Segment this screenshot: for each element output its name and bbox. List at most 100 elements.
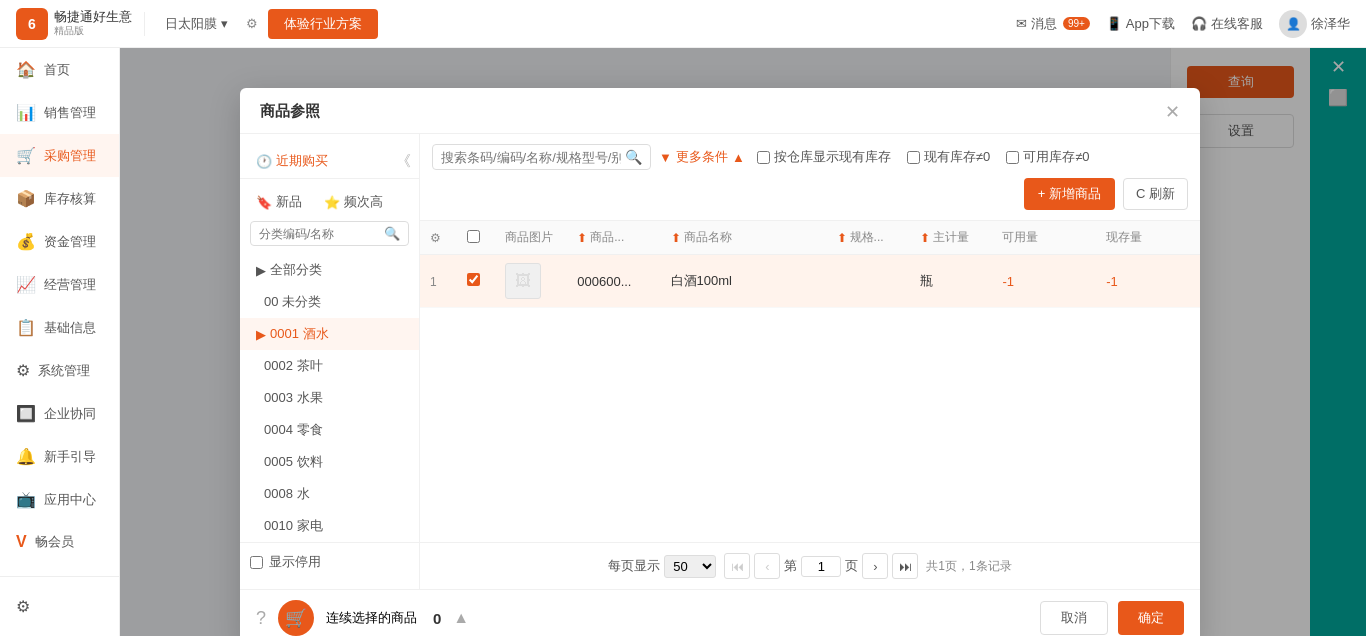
modal-header: 商品参照 ✕ <box>240 88 1200 134</box>
sidebar-item-sales[interactable]: 📊 销售管理 <box>0 91 119 134</box>
row-checkbox-cell[interactable] <box>457 255 494 308</box>
th-name[interactable]: ⬆ 商品名称 <box>661 221 827 255</box>
th-code[interactable]: ⬆ 商品... <box>567 221 660 255</box>
tab-new-product[interactable]: 🔖 新品 <box>248 189 310 215</box>
next-page-button[interactable]: › <box>862 553 888 579</box>
sidebar-item-home[interactable]: 🏠 首页 <box>0 48 119 91</box>
sidebar-item-guide[interactable]: 🔔 新手引导 <box>0 435 119 478</box>
cat-item-appliance[interactable]: 0010 家电 <box>240 510 419 542</box>
modal-body: 🕐 近期购买 《 🔖 新品 ⭐ 频次 <box>240 134 1200 589</box>
cat-item-all[interactable]: ▶ 全部分类 <box>240 254 419 286</box>
first-page-button[interactable]: ⏮ <box>724 553 750 579</box>
tab-frequent[interactable]: ⭐ 频次高 <box>316 189 391 215</box>
sidebar-item-enterprise[interactable]: 🔲 企业协同 <box>0 392 119 435</box>
cat-item-appliance-label: 0010 家电 <box>264 517 323 535</box>
new-product-button[interactable]: + 新增商品 <box>1024 178 1115 210</box>
per-page-select[interactable]: 10 20 50 100 <box>664 555 716 578</box>
chevron-down-icon: ▾ <box>221 16 228 31</box>
row-name-cell: 白酒100ml <box>661 255 827 308</box>
th-spec-label: 规格... <box>850 229 884 246</box>
settings-icon: ⚙ <box>16 597 30 616</box>
cat-item-liquor-label: 0001 酒水 <box>270 325 329 343</box>
refresh-button[interactable]: C 刷新 <box>1123 178 1188 210</box>
cancel-button[interactable]: 取消 <box>1040 601 1108 635</box>
th-checkbox[interactable] <box>457 221 494 255</box>
cat-item-snack[interactable]: 0004 零食 <box>240 414 419 446</box>
existing-stock-checkbox[interactable] <box>907 151 920 164</box>
sidebar-item-finance[interactable]: 💰 资金管理 <box>0 220 119 263</box>
th-settings[interactable]: ⚙ <box>420 221 457 255</box>
by-warehouse-check[interactable]: 按仓库显示现有库存 <box>757 148 891 166</box>
more-filter-button[interactable]: ▼ 更多条件 ▲ <box>659 148 745 166</box>
main-layout: 🏠 首页 📊 销售管理 🛒 采购管理 📦 库存核算 💰 资金管理 📈 经营管理 … <box>0 48 1366 636</box>
cat-item-water-label: 0008 水 <box>264 485 310 503</box>
sidebar-item-basic-info[interactable]: 📋 基础信息 <box>0 306 119 349</box>
sort-icon-spec: ⬆ <box>837 231 847 245</box>
sidebar-item-purchase[interactable]: 🛒 采购管理 <box>0 134 119 177</box>
products-toolbar: 🔍 ▼ 更多条件 ▲ 按仓库显示现有库存 <box>420 134 1200 221</box>
last-page-button[interactable]: ⏭ <box>892 553 918 579</box>
sidebar-item-apps[interactable]: 📺 应用中心 <box>0 478 119 521</box>
sidebar-label-system: 系统管理 <box>38 362 90 380</box>
gear-icon: ⚙ <box>246 16 258 31</box>
search-icon[interactable]: 🔍 <box>384 226 400 241</box>
sidebar-item-settings[interactable]: ⚙ <box>0 585 119 628</box>
sort-icon-name: ⬆ <box>671 231 681 245</box>
product-search-input[interactable] <box>441 150 621 165</box>
cart-icon: 🛒 <box>285 607 307 629</box>
cat-item-liquor[interactable]: ▶ 0001 酒水 <box>240 318 419 350</box>
show-disabled-checkbox[interactable] <box>250 556 263 569</box>
th-unit[interactable]: ⬆ 主计量 <box>910 221 993 255</box>
confirm-button[interactable]: 确定 <box>1118 601 1184 635</box>
cat-item-water[interactable]: 0008 水 <box>240 478 419 510</box>
cart-button[interactable]: 🛒 <box>278 600 314 636</box>
cat-item-fruit[interactable]: 0003 水果 <box>240 382 419 414</box>
sidebar-item-system[interactable]: ⚙ 系统管理 <box>0 349 119 392</box>
message-button[interactable]: ✉ 消息 99+ <box>1016 15 1090 33</box>
available-stock-check[interactable]: 可用库存≠0 <box>1006 148 1089 166</box>
cat-item-uncategorized[interactable]: 00 未分类 <box>240 286 419 318</box>
sidebar-item-inventory[interactable]: 📦 库存核算 <box>0 177 119 220</box>
home-icon: 🏠 <box>16 60 36 79</box>
logo-icon: 6 <box>16 8 48 40</box>
existing-stock-check[interactable]: 现有库存≠0 <box>907 148 990 166</box>
app-download-button[interactable]: 📱 App下载 <box>1106 15 1175 33</box>
table-row[interactable]: 1 🖼 <box>420 255 1200 308</box>
mobile-icon: 📱 <box>1106 16 1122 31</box>
select-all-checkbox[interactable] <box>467 230 480 243</box>
user-profile[interactable]: 👤 徐泽华 <box>1279 10 1350 38</box>
store-dropdown[interactable]: 日太阳膜 ▾ <box>157 11 236 37</box>
show-disabled-label[interactable]: 显示停用 <box>250 553 409 571</box>
sidebar-label-purchase: 采购管理 <box>44 147 96 165</box>
cat-item-drink[interactable]: 0005 饮料 <box>240 446 419 478</box>
category-search-input[interactable] <box>259 227 380 241</box>
experience-button[interactable]: 体验行业方案 <box>268 9 378 39</box>
th-spec[interactable]: ⬆ 规格... <box>827 221 910 255</box>
help-icon[interactable]: ? <box>256 608 266 629</box>
collapse-footer-button[interactable]: ▲ <box>453 609 469 627</box>
tab-recent-purchase[interactable]: 🕐 近期购买 <box>248 148 336 174</box>
page-number-input[interactable] <box>801 556 841 577</box>
modal-close-button[interactable]: ✕ <box>1165 103 1180 121</box>
cat-item-all-label: 全部分类 <box>270 261 322 279</box>
available-stock-checkbox[interactable] <box>1006 151 1019 164</box>
user-name: 徐泽华 <box>1311 15 1350 33</box>
row-checkbox[interactable] <box>467 273 480 286</box>
sidebar-item-operations[interactable]: 📈 经营管理 <box>0 263 119 306</box>
filter-icon: ▼ <box>659 150 672 165</box>
member-icon: V <box>16 533 27 551</box>
cat-item-tea[interactable]: 0002 茶叶 <box>240 350 419 382</box>
basic-info-icon: 📋 <box>16 318 36 337</box>
prev-page-button[interactable]: ‹ <box>754 553 780 579</box>
products-panel: 🔍 ▼ 更多条件 ▲ 按仓库显示现有库存 <box>420 134 1200 589</box>
service-button[interactable]: 🎧 在线客服 <box>1191 15 1263 33</box>
collapse-category-button[interactable]: 《 <box>396 152 411 171</box>
by-warehouse-checkbox[interactable] <box>757 151 770 164</box>
page-size-selector: 每页显示 10 20 50 100 <box>608 555 716 578</box>
cat-item-tea-label: 0002 茶叶 <box>264 357 323 375</box>
cat-item-uncategorized-label: 00 未分类 <box>264 293 321 311</box>
gear-button[interactable]: ⚙ <box>236 8 268 40</box>
sidebar-item-member[interactable]: V 畅会员 <box>0 521 119 563</box>
search-icon[interactable]: 🔍 <box>625 149 642 165</box>
arrow-icon: ▶ <box>256 263 266 278</box>
